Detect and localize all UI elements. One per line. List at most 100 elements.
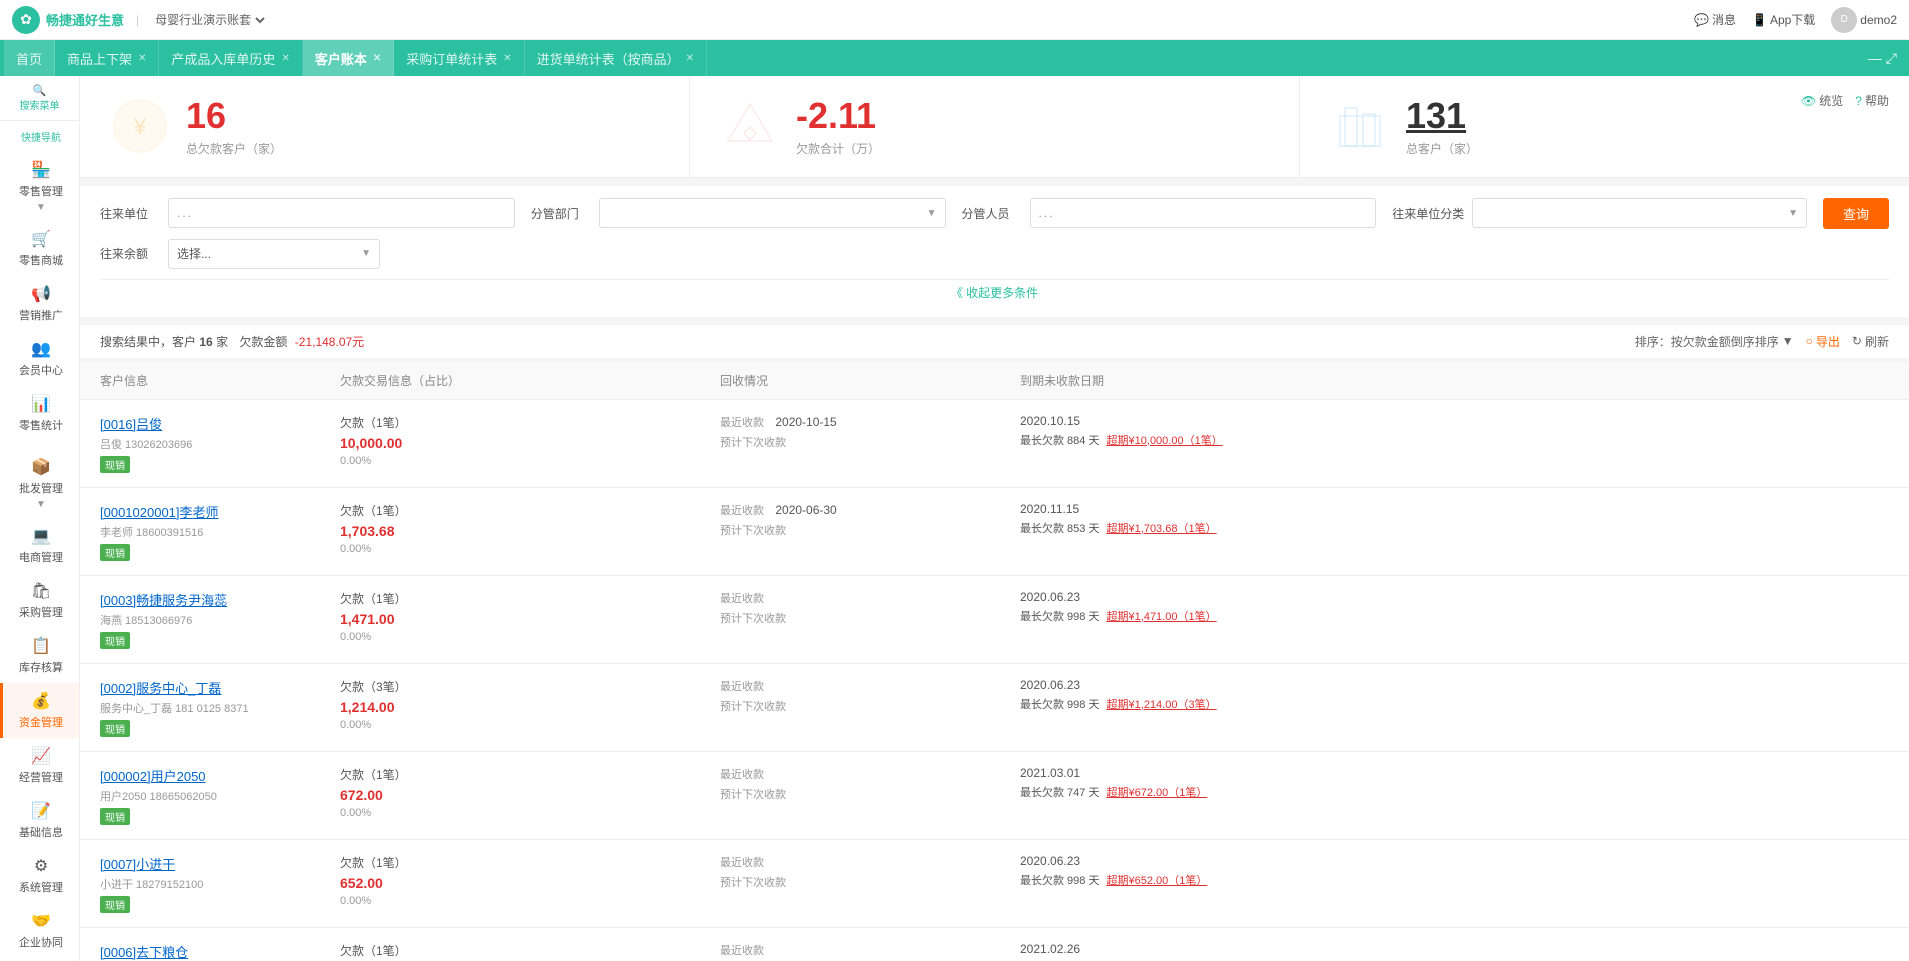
refresh-btn[interactable]: ↻ 刷新: [1852, 333, 1889, 350]
filter-select-dept[interactable]: ▼: [599, 198, 946, 228]
overdue-info: 2020.10.15 最长欠款 884 天 超期¥10,000.00（1笔）: [1020, 414, 1889, 448]
sidebar-item-marketing[interactable]: 📢 营销推广: [0, 276, 79, 331]
close-icon[interactable]: ✕: [373, 53, 381, 64]
user-menu[interactable]: D demo2: [1831, 7, 1897, 33]
overdue-date: 2020.06.23: [1020, 590, 1889, 604]
sidebar-item-wholesale-label: 批发管理: [19, 480, 63, 496]
debt-info: 欠款（1笔） 455.90 0.00%: [340, 942, 720, 961]
sidebar-item-finance[interactable]: 💰 资金管理: [0, 683, 79, 738]
stat-card-debt: ◇ -2.11 欠款合计（万）: [690, 76, 1300, 177]
stat-icon-total: [1330, 96, 1390, 156]
overdue-info: 2020.06.23 最长欠款 998 天 超期¥652.00（1笔）: [1020, 854, 1889, 888]
retail-stats-icon: 📊: [31, 394, 51, 414]
overdue-date: 2021.02.26: [1020, 942, 1889, 956]
client-name-link[interactable]: [0003]畅捷服务尹海蕊: [100, 590, 340, 609]
sidebar-item-finance-label: 资金管理: [19, 714, 63, 730]
client-phone: 海燕 18513066976: [100, 612, 340, 628]
client-badge: 现销: [100, 544, 130, 561]
debt-count: 欠款（1笔）: [340, 590, 720, 607]
sidebar: 🔍 搜索菜单 快捷导航 🏪 零售管理 ▼ 🛒 零售商城 📢 营销推广 👥 会员中…: [0, 76, 80, 961]
overdue-amount-link[interactable]: 超期¥672.00（1笔）: [1107, 787, 1208, 799]
search-button[interactable]: 查询: [1823, 198, 1889, 229]
help-btn[interactable]: ? 帮助: [1855, 92, 1889, 109]
overdue-amount-link[interactable]: 超期¥652.00（1笔）: [1107, 875, 1208, 887]
tab-production-history-label: 产成品入库单历史: [171, 49, 275, 68]
tab-home[interactable]: 首页: [4, 40, 55, 76]
client-info: [0007]小进干 小进干 18279152100 现销: [100, 854, 340, 913]
chevron-down-icon: ▼: [1788, 208, 1798, 219]
debt-amount: 672.00: [340, 787, 720, 803]
sort-btn[interactable]: 排序：按欠款金额倒序排序 ▼: [1635, 333, 1794, 350]
client-info: [0001020001]李老师 李老师 18600391516 现销: [100, 502, 340, 561]
close-icon[interactable]: ✕: [686, 53, 694, 64]
sidebar-item-system[interactable]: ⚙ 系统管理: [0, 848, 79, 903]
top-bar-left: ✿ 畅捷通好生意 | 母婴行业演示账套: [12, 6, 268, 34]
sidebar-item-members[interactable]: 👥 会员中心: [0, 331, 79, 386]
message-icon: 💬: [1694, 13, 1709, 27]
client-info: [0003]畅捷服务尹海蕊 海燕 18513066976 现销: [100, 590, 340, 649]
sidebar-item-marketing-label: 营销推广: [19, 307, 63, 323]
app-download-btn[interactable]: 📱 App下载: [1752, 11, 1815, 28]
tab-purchase-stats[interactable]: 采购订单统计表 ✕: [394, 40, 524, 76]
tab-product-listing[interactable]: 商品上下架 ✕: [55, 40, 159, 76]
sidebar-item-basic-info-label: 基础信息: [19, 824, 63, 840]
overdue-amount-link[interactable]: 超期¥1,703.68（1笔）: [1107, 523, 1217, 535]
client-name-link[interactable]: [0001020001]李老师: [100, 502, 340, 521]
tab-product-listing-label: 商品上下架: [67, 49, 132, 68]
collapse-filters-btn[interactable]: 《 收起更多条件: [100, 279, 1889, 305]
stat-info-total: 131 总客户（家）: [1406, 96, 1478, 157]
client-name-link[interactable]: [0006]去下粮仓: [100, 942, 340, 961]
tab-goods-stats[interactable]: 进货单统计表（按商品） ✕: [525, 40, 707, 76]
client-name-link[interactable]: [0016]吕俊: [100, 414, 340, 433]
sidebar-item-retail-mall[interactable]: 🛒 零售商城: [0, 221, 79, 276]
maximize-icon[interactable]: ⤢: [1886, 50, 1897, 67]
sidebar-search-btn[interactable]: 🔍 搜索菜单: [0, 76, 79, 121]
overdue-amount-link[interactable]: 超期¥1,471.00（1笔）: [1107, 611, 1217, 623]
sidebar-item-inventory[interactable]: 📋 库存核算: [0, 628, 79, 683]
sidebar-item-wholesale[interactable]: 📦 批发管理 ▼: [0, 449, 79, 518]
results-bar: 搜索结果中，客户 16 家 欠款金额 -21,148.07元 排序：按欠款金额倒…: [80, 325, 1909, 358]
client-name-link[interactable]: [0007]小进干: [100, 854, 340, 873]
filter-item-unit: 往来单位 ...: [100, 198, 515, 228]
client-name-link[interactable]: [000002]用户2050: [100, 766, 340, 785]
close-icon[interactable]: ✕: [503, 53, 511, 64]
return-info: 最近收款 预计下次收款: [720, 766, 1020, 802]
minimize-icon[interactable]: —: [1868, 50, 1882, 66]
sidebar-item-operations[interactable]: 📈 经营管理: [0, 738, 79, 793]
filter-input-unit[interactable]: ...: [168, 198, 515, 228]
stat-number-debt: -2.11: [796, 96, 880, 136]
return-next: 预计下次收款: [720, 610, 1020, 626]
enterprise-icon: 🤝: [31, 911, 51, 931]
sidebar-item-members-label: 会员中心: [19, 362, 63, 378]
sidebar-item-retail-stats[interactable]: 📊 零售统计: [0, 386, 79, 441]
svg-text:¥: ¥: [133, 114, 147, 139]
tab-customer-account[interactable]: 客户账本 ✕: [303, 40, 394, 76]
sidebar-item-ecommerce[interactable]: 💻 电商管理: [0, 518, 79, 573]
filter-input-person[interactable]: ...: [1030, 198, 1377, 228]
close-icon[interactable]: ✕: [281, 53, 289, 64]
store-selector[interactable]: 母婴行业演示账套: [151, 12, 268, 28]
sidebar-item-purchase[interactable]: 🛍 采购管理: [0, 573, 79, 628]
stat-info-debt: -2.11 欠款合计（万）: [796, 96, 880, 157]
filter-select-category[interactable]: ▼: [1472, 198, 1807, 228]
filter-select-balance[interactable]: 选择... ▼: [168, 239, 380, 269]
client-phone: 吕俊 13026203696: [100, 436, 340, 452]
filter-label-category: 往来单位分类: [1392, 205, 1464, 222]
client-info: [000002]用户2050 用户2050 18665062050 现销: [100, 766, 340, 825]
sidebar-item-enterprise[interactable]: 🤝 企业协同: [0, 903, 79, 958]
export-btn[interactable]: ○ 导出: [1806, 333, 1840, 350]
basic-info-icon: 📝: [31, 801, 51, 821]
message-btn[interactable]: 💬 消息: [1694, 11, 1736, 28]
operations-icon: 📈: [31, 746, 51, 766]
sidebar-item-enterprise-label: 企业协同: [19, 934, 63, 950]
tab-production-history[interactable]: 产成品入库单历史 ✕: [159, 40, 302, 76]
client-name-link[interactable]: [0002]服务中心_丁磊: [100, 678, 340, 697]
sidebar-item-basic-info[interactable]: 📝 基础信息: [0, 793, 79, 848]
sidebar-item-retail-mgmt[interactable]: 🏪 零售管理 ▼: [0, 152, 79, 221]
overdue-amount-link[interactable]: 超期¥10,000.00（1笔）: [1107, 435, 1223, 447]
overview-btn[interactable]: 👁 统览: [1801, 92, 1843, 109]
filter-item-category: 往来单位分类 ▼: [1392, 198, 1807, 228]
close-icon[interactable]: ✕: [138, 53, 146, 64]
overdue-amount-link[interactable]: 超期¥1,214.00（3笔）: [1107, 699, 1217, 711]
filter-label-balance: 往来余额: [100, 245, 160, 262]
